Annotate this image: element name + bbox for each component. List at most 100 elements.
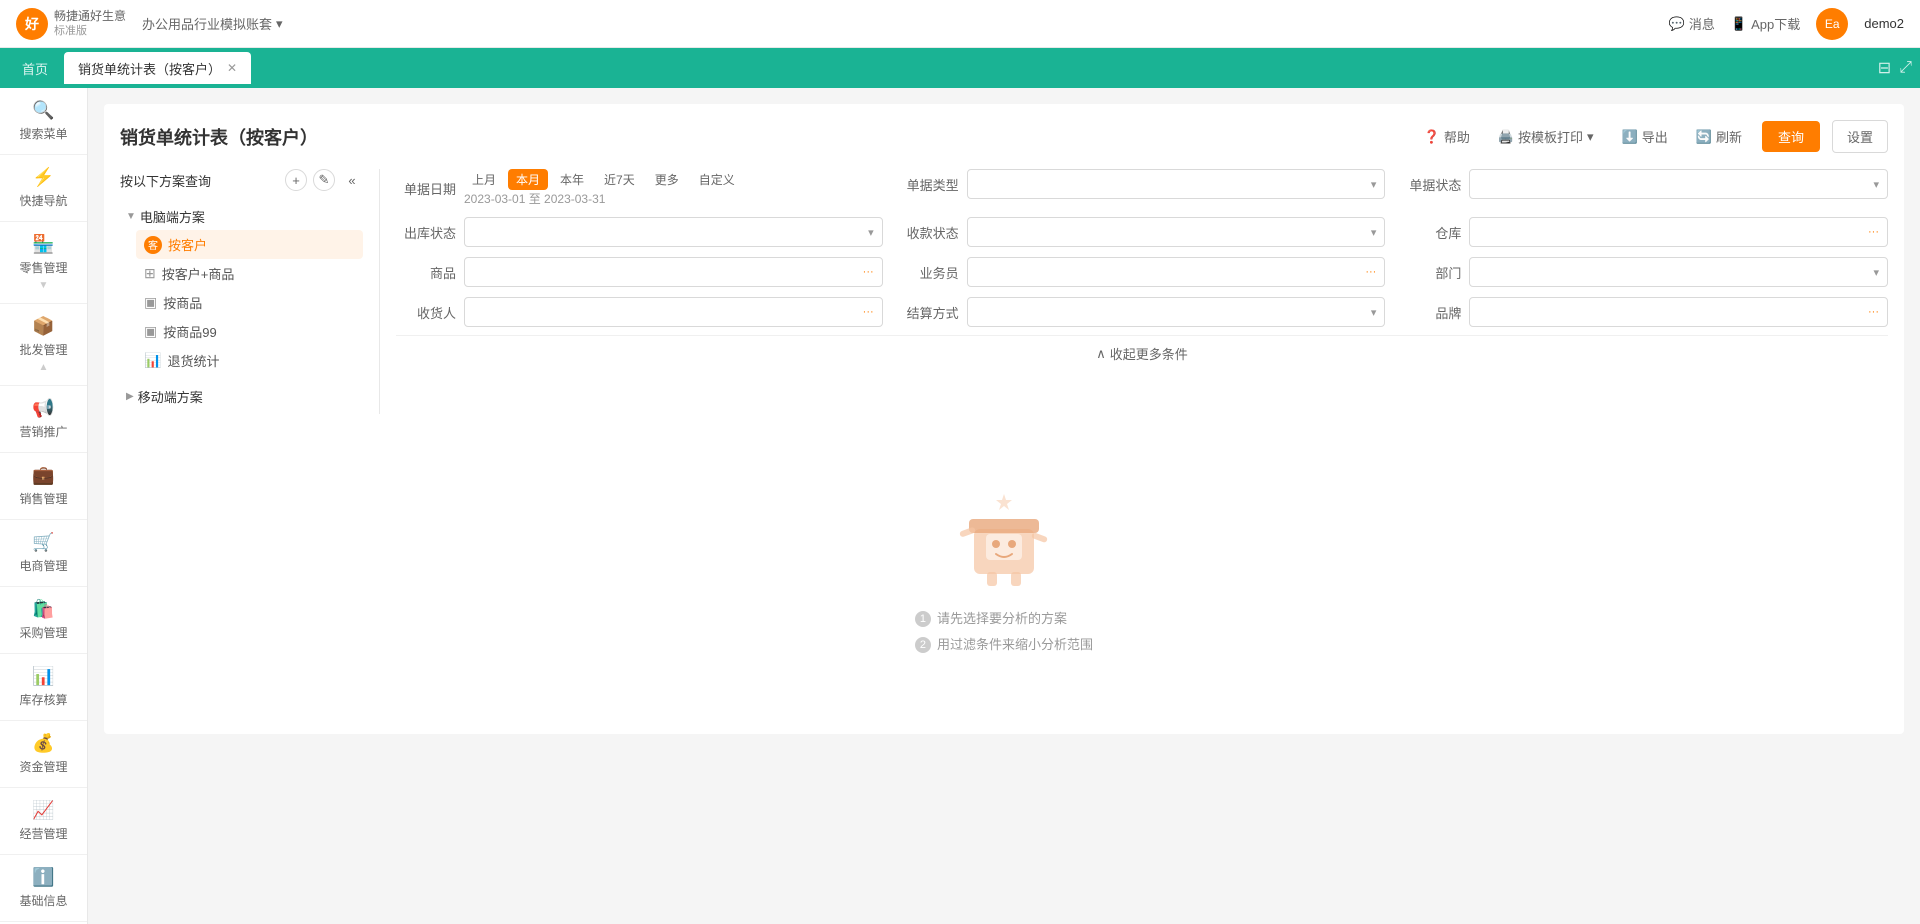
- scheme-edit-btn[interactable]: ✎: [313, 169, 335, 191]
- inventory-icon: 📊: [32, 666, 54, 687]
- retail-arrow-icon: ▼: [39, 280, 49, 291]
- salesperson-select[interactable]: ···: [967, 257, 1386, 287]
- industry-dropdown[interactable]: 办公用品行业模拟账套 ▾: [134, 10, 291, 37]
- template-print-btn[interactable]: 🖨️ 按模板打印 ▾: [1490, 123, 1602, 150]
- doc-status-label: 单据状态: [1401, 175, 1461, 194]
- tree-leaf-by-goods[interactable]: ▣ 按商品: [136, 288, 363, 317]
- tip-num-2: 2: [915, 637, 931, 653]
- empty-tip-1: 1 请先选择要分析的方案: [915, 606, 1093, 632]
- warehouse-label: 仓库: [1401, 223, 1461, 242]
- date-btn-this-month[interactable]: 本月: [508, 169, 548, 190]
- out-status-select[interactable]: ▾: [464, 217, 883, 247]
- tree-leaf-by-goods-99[interactable]: ▣ 按商品99: [136, 317, 363, 346]
- tree-leaf-by-customer-goods[interactable]: ⊞ 按客户+商品: [136, 259, 363, 288]
- salesperson-dots-icon: ···: [1365, 266, 1376, 278]
- wholesale-arrow-icon: ▲: [39, 362, 49, 373]
- message-btn[interactable]: 💬 消息: [1669, 14, 1715, 33]
- app-download-btn[interactable]: 📱 App下载: [1731, 14, 1800, 33]
- tab-close-icon[interactable]: ✕: [227, 62, 237, 74]
- help-btn[interactable]: ❓ 帮助: [1416, 123, 1478, 150]
- logo-text: 畅捷通好生意 标准版: [54, 9, 126, 39]
- goods-label: 商品: [396, 263, 456, 282]
- date-btn-this-year[interactable]: 本年: [552, 169, 592, 190]
- settlement-filter-item: 结算方式 ▾: [899, 297, 1386, 327]
- filter-row-1: 单据日期 上月 本月 本年 近7天 更多 自定义 20: [396, 169, 1888, 207]
- sidebar-item-wholesale[interactable]: 📦 批发管理 ▲: [0, 304, 87, 386]
- department-filter-item: 部门 ▾: [1401, 257, 1888, 287]
- receiver-select[interactable]: ···: [464, 297, 883, 327]
- query-btn[interactable]: 查询: [1762, 121, 1820, 152]
- username-label: demo2: [1864, 16, 1904, 31]
- receiver-label: 收货人: [396, 303, 456, 322]
- filter-row-4: 收货人 ··· 结算方式 ▾: [396, 297, 1888, 327]
- sidebar-item-quick-nav[interactable]: ⚡ 快捷导航: [0, 155, 87, 222]
- tree-desktop-header[interactable]: ▼ 电脑端方案: [120, 203, 363, 230]
- department-label: 部门: [1401, 263, 1461, 282]
- brand-filter-item: 品牌 ···: [1401, 297, 1888, 327]
- sidebar-item-basic-info[interactable]: ℹ️ 基础信息: [0, 855, 87, 922]
- doc-status-filter-item: 单据状态 ▾: [1401, 169, 1888, 199]
- content-area: 销货单统计表（按客户） ❓ 帮助 🖨️ 按模板打印 ▾ ⬇️ 导出: [88, 88, 1920, 924]
- warehouse-select[interactable]: ···: [1469, 217, 1888, 247]
- payment-status-filter-item: 收款状态 ▾: [899, 217, 1386, 247]
- sidebar-item-search-menu[interactable]: 🔍 搜索菜单: [0, 88, 87, 155]
- page-actions: ❓ 帮助 🖨️ 按模板打印 ▾ ⬇️ 导出 🔄 刷新: [1416, 120, 1888, 153]
- tab-expand-icon[interactable]: ⤢: [1899, 59, 1912, 77]
- sidebar-item-retail[interactable]: 🏪 零售管理 ▼: [0, 222, 87, 304]
- retail-icon: 🏪: [32, 234, 54, 255]
- export-btn[interactable]: ⬇️ 导出: [1614, 123, 1676, 150]
- sidebar-item-marketing[interactable]: 📢 营销推广: [0, 386, 87, 453]
- date-btn-7days[interactable]: 近7天: [596, 169, 643, 190]
- tab-bar-actions: ⊟ ⤢: [1878, 58, 1912, 78]
- operations-icon: 📈: [32, 800, 54, 821]
- goods-select[interactable]: ···: [464, 257, 883, 287]
- scheme-actions: + ✎ «: [285, 169, 363, 191]
- warehouse-filter-item: 仓库 ···: [1401, 217, 1888, 247]
- ecommerce-icon: 🛒: [32, 532, 54, 553]
- by-customer-goods-icon: ⊞: [144, 265, 156, 282]
- tab-sales-stat[interactable]: 销货单统计表（按客户） ✕: [64, 52, 251, 84]
- date-btn-custom[interactable]: 自定义: [691, 169, 743, 190]
- sidebar-item-purchase[interactable]: 🛍️ 采购管理: [0, 587, 87, 654]
- empty-state: 1 请先选择要分析的方案 2 用过滤条件来缩小分析范围: [120, 414, 1888, 718]
- sidebar-item-operations[interactable]: 📈 经营管理: [0, 788, 87, 855]
- basic-info-icon: ℹ️: [32, 867, 54, 888]
- tab-home[interactable]: 首页: [8, 52, 62, 84]
- empty-tip-2: 2 用过滤条件来缩小分析范围: [915, 632, 1093, 658]
- tip-num-1: 1: [915, 611, 931, 627]
- doc-type-select[interactable]: ▾: [967, 169, 1386, 199]
- tree-mobile-header[interactable]: ▶ 移动端方案: [120, 383, 363, 410]
- date-btn-more[interactable]: 更多: [647, 169, 687, 190]
- collapse-more-btn[interactable]: ∧ 收起更多条件: [396, 335, 1888, 371]
- tab-minimize-icon[interactable]: ⊟: [1878, 58, 1891, 78]
- logo-area: 好 畅捷通好生意 标准版: [16, 8, 126, 40]
- scheme-add-btn[interactable]: +: [285, 169, 307, 191]
- payment-status-label: 收款状态: [899, 223, 959, 242]
- tree-leaf-by-customer[interactable]: 客 按客户: [136, 230, 363, 259]
- export-icon: ⬇️: [1622, 129, 1638, 145]
- settlement-select[interactable]: ▾: [967, 297, 1386, 327]
- receiver-filter-item: 收货人 ···: [396, 297, 883, 327]
- refresh-btn[interactable]: 🔄 刷新: [1688, 123, 1750, 150]
- department-select[interactable]: ▾: [1469, 257, 1888, 287]
- avatar[interactable]: Ea: [1816, 8, 1848, 40]
- doc-status-select[interactable]: ▾: [1469, 169, 1888, 199]
- tree-mobile-toggle-icon: ▶: [126, 391, 134, 402]
- scheme-collapse-btn[interactable]: «: [341, 169, 363, 191]
- print-icon: 🖨️: [1498, 129, 1514, 145]
- empty-illustration: [944, 474, 1064, 594]
- date-btn-last-month[interactable]: 上月: [464, 169, 504, 190]
- sidebar-item-finance[interactable]: 💰 资金管理: [0, 721, 87, 788]
- doc-type-arrow-icon: ▾: [1371, 178, 1377, 191]
- payment-status-select[interactable]: ▾: [967, 217, 1386, 247]
- doc-type-filter-item: 单据类型 ▾: [899, 169, 1386, 199]
- header-right: 💬 消息 📱 App下载 Ea demo2: [1669, 8, 1904, 40]
- tree-leaf-return-stats[interactable]: 📊 退货统计: [136, 346, 363, 375]
- sidebar-item-sales[interactable]: 💼 销售管理: [0, 453, 87, 520]
- sales-icon: 💼: [32, 465, 54, 486]
- brand-select[interactable]: ···: [1469, 297, 1888, 327]
- sidebar-item-ecommerce[interactable]: 🛒 电商管理: [0, 520, 87, 587]
- settings-btn[interactable]: 设置: [1832, 120, 1888, 153]
- page-title: 销货单统计表（按客户）: [120, 124, 318, 150]
- sidebar-item-inventory[interactable]: 📊 库存核算: [0, 654, 87, 721]
